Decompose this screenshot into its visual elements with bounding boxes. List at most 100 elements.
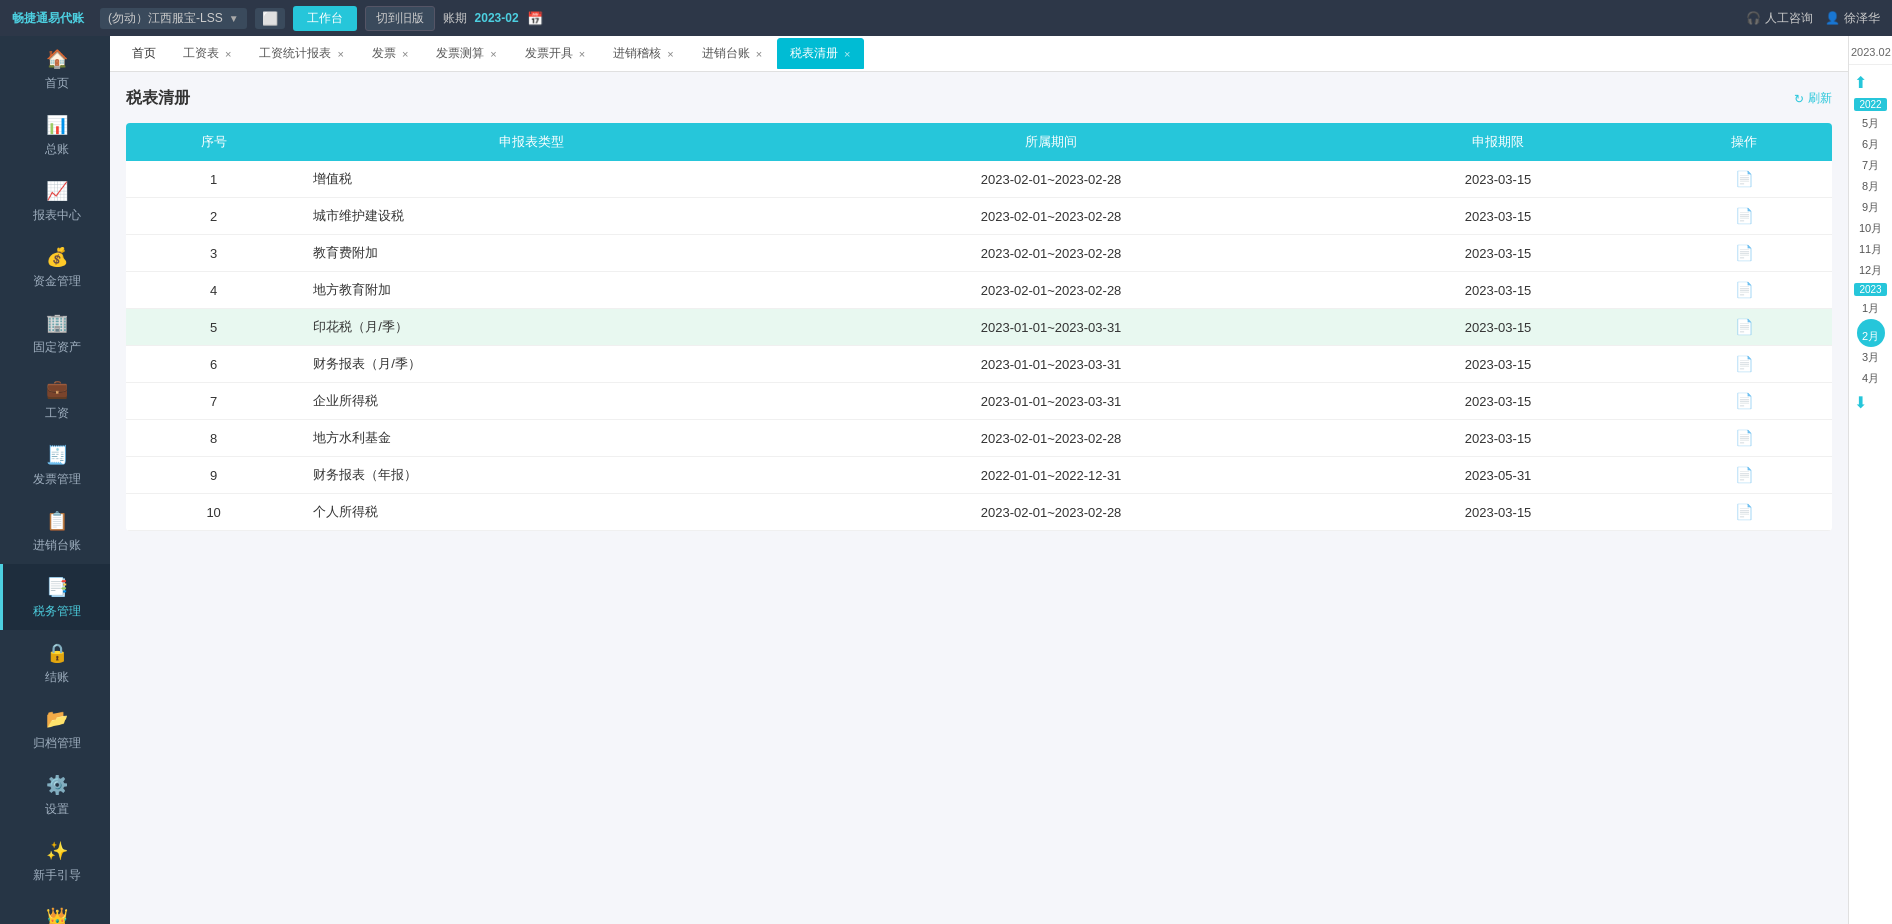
action-icon[interactable]: 📄 xyxy=(1735,355,1754,372)
month-item-8月[interactable]: 8月 xyxy=(1854,176,1886,197)
year-badge-2023[interactable]: 2023 xyxy=(1854,283,1886,296)
cell-action[interactable]: 📄 xyxy=(1657,383,1832,420)
refresh-label: 刷新 xyxy=(1808,90,1832,107)
month-item-1月[interactable]: 1月 xyxy=(1854,298,1886,319)
column-header: 申报表类型 xyxy=(301,123,762,161)
tab-tax_list[interactable]: 税表清册× xyxy=(777,38,863,69)
cell-action[interactable]: 📄 xyxy=(1657,309,1832,346)
switch-version-button[interactable]: 切到旧版 xyxy=(365,6,435,31)
close-tab-icon[interactable]: × xyxy=(667,48,673,60)
cell-action[interactable]: 📄 xyxy=(1657,272,1832,309)
workbench-button[interactable]: 工作台 xyxy=(293,6,357,31)
close-tab-icon[interactable]: × xyxy=(225,48,231,60)
cell-deadline: 2023-03-15 xyxy=(1340,198,1657,235)
home-icon: 🏠 xyxy=(46,48,68,70)
tab-invoice_open[interactable]: 发票开具× xyxy=(512,38,598,69)
cell-action[interactable]: 📄 xyxy=(1657,161,1832,198)
tab-salary_report[interactable]: 工资统计报表× xyxy=(246,38,356,69)
right-panel-header: 2023.02 xyxy=(1849,40,1892,65)
tab-home[interactable]: 首页 xyxy=(120,39,168,68)
sidebar-item-home[interactable]: 🏠 首页 xyxy=(0,36,110,102)
scroll-up-arrow[interactable]: ⬆ xyxy=(1854,69,1886,96)
action-icon[interactable]: 📄 xyxy=(1735,281,1754,298)
sidebar-item-label: 报表中心 xyxy=(33,207,81,224)
month-item-9月[interactable]: 9月 xyxy=(1854,197,1886,218)
month-item-3月[interactable]: 3月 xyxy=(1854,347,1886,368)
sidebar-item-label: 工资 xyxy=(45,405,69,422)
cell-deadline: 2023-03-15 xyxy=(1340,494,1657,531)
cell-period: 2022-01-01~2022-12-31 xyxy=(763,457,1340,494)
cell-action[interactable]: 📄 xyxy=(1657,198,1832,235)
sidebar-item-salary[interactable]: 💼 工资 xyxy=(0,366,110,432)
year-badge-2022[interactable]: 2022 xyxy=(1854,98,1886,111)
cell-type: 地方水利基金 xyxy=(301,420,762,457)
sidebar-item-asset[interactable]: 🏢 固定资产 xyxy=(0,300,110,366)
sidebar-item-label: 总账 xyxy=(45,141,69,158)
cell-action[interactable]: 📄 xyxy=(1657,457,1832,494)
right-panel: 2023.02 ⬆ 2022 5月6月7月8月9月10月11月12月 2023 1月2月… xyxy=(1848,36,1892,924)
cell-action[interactable]: 📄 xyxy=(1657,235,1832,272)
close-tab-icon[interactable]: × xyxy=(844,48,850,60)
month-item-11月[interactable]: 11月 xyxy=(1854,239,1886,260)
tab-invoice[interactable]: 发票× xyxy=(359,38,421,69)
user-name: 徐泽华 xyxy=(1844,10,1880,27)
page-title: 税表清册 xyxy=(126,88,190,109)
sidebar-item-invoice[interactable]: 🧾 发票管理 xyxy=(0,432,110,498)
close-tab-icon[interactable]: × xyxy=(402,48,408,60)
action-icon[interactable]: 📄 xyxy=(1735,503,1754,520)
refresh-button[interactable]: ↻ 刷新 xyxy=(1794,90,1832,107)
scroll-down-arrow[interactable]: ⬇ xyxy=(1854,393,1886,412)
copy-icon-button[interactable]: ⬜ xyxy=(255,8,285,29)
month-item-6月[interactable]: 6月 xyxy=(1854,134,1886,155)
month-item-12月[interactable]: 12月 xyxy=(1854,260,1886,281)
top-bar-right: 🎧 人工咨询 👤 徐泽华 xyxy=(1746,10,1880,27)
sidebar-item-label: 首页 xyxy=(45,75,69,92)
cell-action[interactable]: 📄 xyxy=(1657,420,1832,457)
sidebar-item-purchasesale[interactable]: 📋 进销台账 xyxy=(0,498,110,564)
calendar-icon[interactable]: 📅 xyxy=(527,11,543,26)
month-item-7月[interactable]: 7月 xyxy=(1854,155,1886,176)
action-icon[interactable]: 📄 xyxy=(1735,207,1754,224)
sidebar-item-vip[interactable]: 👑 畅会员 xyxy=(0,894,110,924)
tab-invoice_query[interactable]: 发票测算× xyxy=(423,38,509,69)
sidebar-item-fund[interactable]: 💰 资金管理 xyxy=(0,234,110,300)
action-icon[interactable]: 📄 xyxy=(1735,244,1754,261)
tab-label: 首页 xyxy=(132,46,156,60)
sidebar-item-report[interactable]: 📈 报表中心 xyxy=(0,168,110,234)
action-icon[interactable]: 📄 xyxy=(1735,318,1754,335)
tab-salary[interactable]: 工资表 × xyxy=(170,38,244,69)
close-tab-icon[interactable]: × xyxy=(490,48,496,60)
company-selector[interactable]: (勿动）江西服宝-LSS ▼ xyxy=(100,8,247,29)
sidebar-item-settings[interactable]: ⚙️ 设置 xyxy=(0,762,110,828)
close-tab-icon[interactable]: × xyxy=(756,48,762,60)
month-item-2月[interactable]: 2月 xyxy=(1857,319,1885,347)
close-tab-icon[interactable]: × xyxy=(579,48,585,60)
action-icon[interactable]: 📄 xyxy=(1735,429,1754,446)
table-row: 5 印花税（月/季） 2023-01-01~2023-03-31 2023-03… xyxy=(126,309,1832,346)
month-item-4月[interactable]: 4月 xyxy=(1854,368,1886,389)
cell-action[interactable]: 📄 xyxy=(1657,494,1832,531)
month-item-10月[interactable]: 10月 xyxy=(1854,218,1886,239)
sidebar-item-guide[interactable]: ✨ 新手引导 xyxy=(0,828,110,894)
month-item-5月[interactable]: 5月 xyxy=(1854,113,1886,134)
cell-no: 8 xyxy=(126,420,301,457)
cell-type: 增值税 xyxy=(301,161,762,198)
sidebar-item-archive[interactable]: 📂 归档管理 xyxy=(0,696,110,762)
action-icon[interactable]: 📄 xyxy=(1735,466,1754,483)
user-menu[interactable]: 👤 徐泽华 xyxy=(1825,10,1880,27)
close-tab-icon[interactable]: × xyxy=(337,48,343,60)
sidebar-item-close[interactable]: 🔒 结账 xyxy=(0,630,110,696)
cell-action[interactable]: 📄 xyxy=(1657,346,1832,383)
tab-purchase_review[interactable]: 进销稽核× xyxy=(600,38,686,69)
service-button[interactable]: 🎧 人工咨询 xyxy=(1746,10,1813,27)
cell-deadline: 2023-03-15 xyxy=(1340,383,1657,420)
sidebar-item-ledger[interactable]: 📊 总账 xyxy=(0,102,110,168)
cell-deadline: 2023-03-15 xyxy=(1340,346,1657,383)
table-row: 4 地方教育附加 2023-02-01~2023-02-28 2023-03-1… xyxy=(126,272,1832,309)
action-icon[interactable]: 📄 xyxy=(1735,392,1754,409)
tax-icon: 📑 xyxy=(46,576,68,598)
action-icon[interactable]: 📄 xyxy=(1735,170,1754,187)
tab-label: 工资表 xyxy=(183,45,219,62)
tab-purchase_ledger[interactable]: 进销台账× xyxy=(689,38,775,69)
sidebar-item-tax[interactable]: 📑 税务管理 xyxy=(0,564,110,630)
